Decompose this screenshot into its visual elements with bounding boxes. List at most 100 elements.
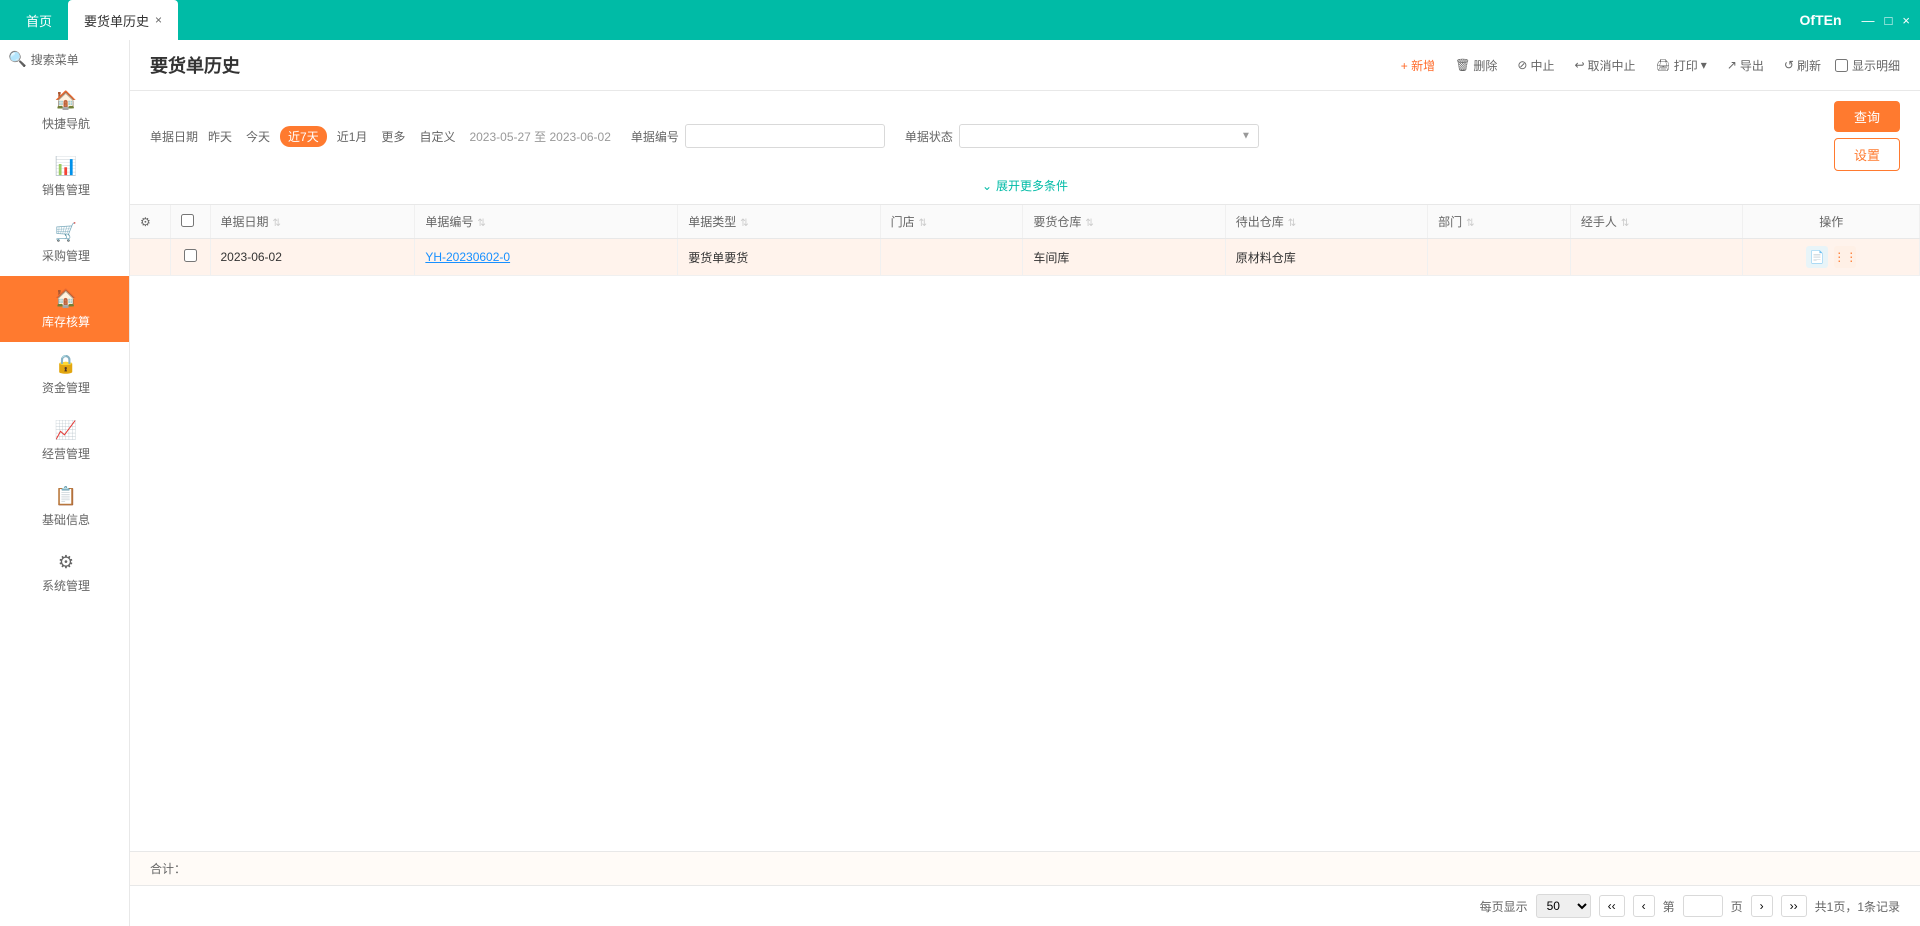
row-store <box>880 239 1023 276</box>
page-header: 要货单历史 + 新增 🗑 删除 ⊘ 中止 ↩ 取消中止 🖨 打印 <box>130 40 1920 91</box>
filter-status: 单据状态 <box>905 124 1259 148</box>
sidebar-item-inventory[interactable]: 🏠 库存核算 <box>0 276 129 342</box>
display-detail-toggle[interactable]: 显示明细 <box>1835 57 1900 74</box>
col-header-pendingwarehouse: 待出仓库⇅ <box>1225 205 1427 239</box>
col-reqwarehouse-sort-icon[interactable]: ⇅ <box>1085 218 1093 229</box>
prev-page-button[interactable]: ‹‹ <box>1599 895 1625 917</box>
close-btn[interactable]: × <box>1902 13 1910 28</box>
select-all-checkbox[interactable] <box>181 214 194 227</box>
row-pendingwarehouse: 原材料仓库 <box>1225 239 1427 276</box>
cancel-stop-button[interactable]: ↩ 取消中止 <box>1568 53 1641 78</box>
col-header-department: 部门⇅ <box>1428 205 1571 239</box>
next-page-icon: ›› <box>1790 899 1798 913</box>
sales-icon: 📊 <box>55 156 77 177</box>
col-header-store: 门店⇅ <box>880 205 1023 239</box>
row-doctype: 要货单要货 <box>678 239 880 276</box>
sidebar-label-system: 系统管理 <box>42 577 90 594</box>
col-date-label: 单据日期 <box>221 215 269 229</box>
date-tab-custom[interactable]: 自定义 <box>415 126 459 147</box>
col-department-sort-icon[interactable]: ⇅ <box>1466 218 1474 229</box>
expand-label: 展开更多条件 <box>996 177 1068 194</box>
export-button[interactable]: ↗ 导出 <box>1721 53 1770 78</box>
filter-actions: 查询 设置 <box>1834 101 1900 171</box>
row-view-button[interactable]: 📄 <box>1806 246 1828 268</box>
refresh-button[interactable]: ↺ 刷新 <box>1778 53 1827 78</box>
sidebar-label-purchase: 采购管理 <box>42 247 90 264</box>
table-area: ⚙ 单据日期⇅ 单据编号⇅ 单据类型⇅ 门店⇅ 要货仓库⇅ 待出仓库⇅ 部门⇅ … <box>130 205 1920 851</box>
sidebar-item-quick-nav[interactable]: 🏠 快捷导航 <box>0 78 129 144</box>
row-date: 2023-06-02 <box>210 239 415 276</box>
page-label: 第 <box>1663 898 1675 915</box>
date-tab-7days[interactable]: 近7天 <box>280 126 327 147</box>
new-button[interactable]: + 新增 <box>1395 53 1441 78</box>
refresh-label: 刷新 <box>1797 57 1821 74</box>
maximize-btn[interactable]: □ <box>1885 13 1893 28</box>
date-tab-yesterday[interactable]: 昨天 <box>204 126 236 147</box>
col-store-sort-icon[interactable]: ⇅ <box>919 218 927 229</box>
finance-icon: 🔒 <box>55 354 77 375</box>
col-doctype-sort-icon[interactable]: ⇅ <box>740 218 748 229</box>
col-header-actions: 操作 <box>1743 205 1920 239</box>
sidebar-search[interactable]: 🔍 搜索菜单 <box>0 40 129 78</box>
col-header-handler: 经手人⇅ <box>1570 205 1743 239</box>
col-pendingwarehouse-sort-icon[interactable]: ⇅ <box>1288 218 1296 229</box>
col-header-settings[interactable]: ⚙ <box>130 205 170 239</box>
col-docno-sort-icon[interactable]: ⇅ <box>477 218 485 229</box>
row-edit-button[interactable]: ⋮⋮ <box>1834 246 1856 268</box>
tab-close-icon[interactable]: × <box>155 13 162 27</box>
sidebar-label-inventory: 库存核算 <box>42 313 90 330</box>
table-body: 2023-06-02 YH-20230602-0 要货单要货 车间库 原材料仓库… <box>130 239 1920 276</box>
page-input[interactable]: 1 <box>1683 895 1723 917</box>
next-page-button[interactable]: ›› <box>1781 895 1807 917</box>
page-label2: 页 <box>1731 898 1743 915</box>
prev-single-button[interactable]: ‹ <box>1633 895 1655 917</box>
date-tabs: 昨天 今天 近7天 近1月 更多 自定义 <box>204 126 459 147</box>
export-icon: ↗ <box>1727 58 1737 72</box>
date-tab-1month[interactable]: 近1月 <box>333 126 372 147</box>
date-tab-more[interactable]: 更多 <box>377 126 409 147</box>
stop-button[interactable]: ⊘ 中止 <box>1511 53 1560 78</box>
row-docno-link[interactable]: YH-20230602-0 <box>425 250 510 264</box>
expand-more[interactable]: ⌄ 展开更多条件 <box>150 177 1900 194</box>
row-select-checkbox[interactable] <box>184 249 197 262</box>
display-detail-checkbox[interactable] <box>1835 59 1848 72</box>
sidebar-item-purchase[interactable]: 🛒 采购管理 <box>0 210 129 276</box>
settings-button[interactable]: 设置 <box>1834 138 1900 171</box>
tab-requisition-history[interactable]: 要货单历史 × <box>68 0 178 40</box>
query-button[interactable]: 查询 <box>1834 101 1900 132</box>
page-size-select[interactable]: 10 20 50 100 <box>1536 894 1591 918</box>
tab-home[interactable]: 首页 <box>10 0 68 40</box>
search-icon: 🔍 <box>8 50 27 68</box>
sidebar-item-basic-info[interactable]: 📋 基础信息 <box>0 474 129 540</box>
operations-icon: 📈 <box>55 420 77 441</box>
sidebar-item-system[interactable]: ⚙ 系统管理 <box>0 540 129 606</box>
col-date-sort-icon[interactable]: ⇅ <box>273 218 281 229</box>
sidebar-item-operations[interactable]: 📈 经营管理 <box>0 408 129 474</box>
date-tab-today[interactable]: 今天 <box>242 126 274 147</box>
col-header-date: 单据日期 ⇅ <box>210 205 415 239</box>
sidebar-item-finance[interactable]: 🔒 资金管理 <box>0 342 129 408</box>
col-header-reqwarehouse: 要货仓库⇅ <box>1023 205 1225 239</box>
sidebar-item-sales[interactable]: 📊 销售管理 <box>0 144 129 210</box>
filter-docno: 单据编号 <box>631 124 885 148</box>
row-docno[interactable]: YH-20230602-0 <box>415 239 678 276</box>
row-checkbox[interactable] <box>170 239 210 276</box>
docno-input[interactable] <box>685 124 885 148</box>
status-select[interactable] <box>959 124 1259 148</box>
col-handler-sort-icon[interactable]: ⇅ <box>1621 218 1629 229</box>
prev-single-icon: ‹ <box>1642 899 1646 913</box>
print-label: 打印 <box>1674 57 1698 74</box>
status-label: 单据状态 <box>905 128 953 145</box>
table-row[interactable]: 2023-06-02 YH-20230602-0 要货单要货 车间库 原材料仓库… <box>130 239 1920 276</box>
delete-button[interactable]: 🗑 删除 <box>1449 53 1503 78</box>
docno-label: 单据编号 <box>631 128 679 145</box>
sidebar-label-basic-info: 基础信息 <box>42 511 90 528</box>
expand-icon: ⌄ <box>982 179 992 193</box>
minimize-btn[interactable]: — <box>1862 13 1875 28</box>
delete-icon: 🗑 <box>1455 58 1470 72</box>
cancel-stop-icon: ↩ <box>1574 58 1584 72</box>
next-single-button[interactable]: › <box>1751 895 1773 917</box>
col-header-checkbox[interactable] <box>170 205 210 239</box>
print-button[interactable]: 🖨 打印 ▾ <box>1650 53 1713 78</box>
tab-list: 首页 要货单历史 × <box>10 0 178 40</box>
